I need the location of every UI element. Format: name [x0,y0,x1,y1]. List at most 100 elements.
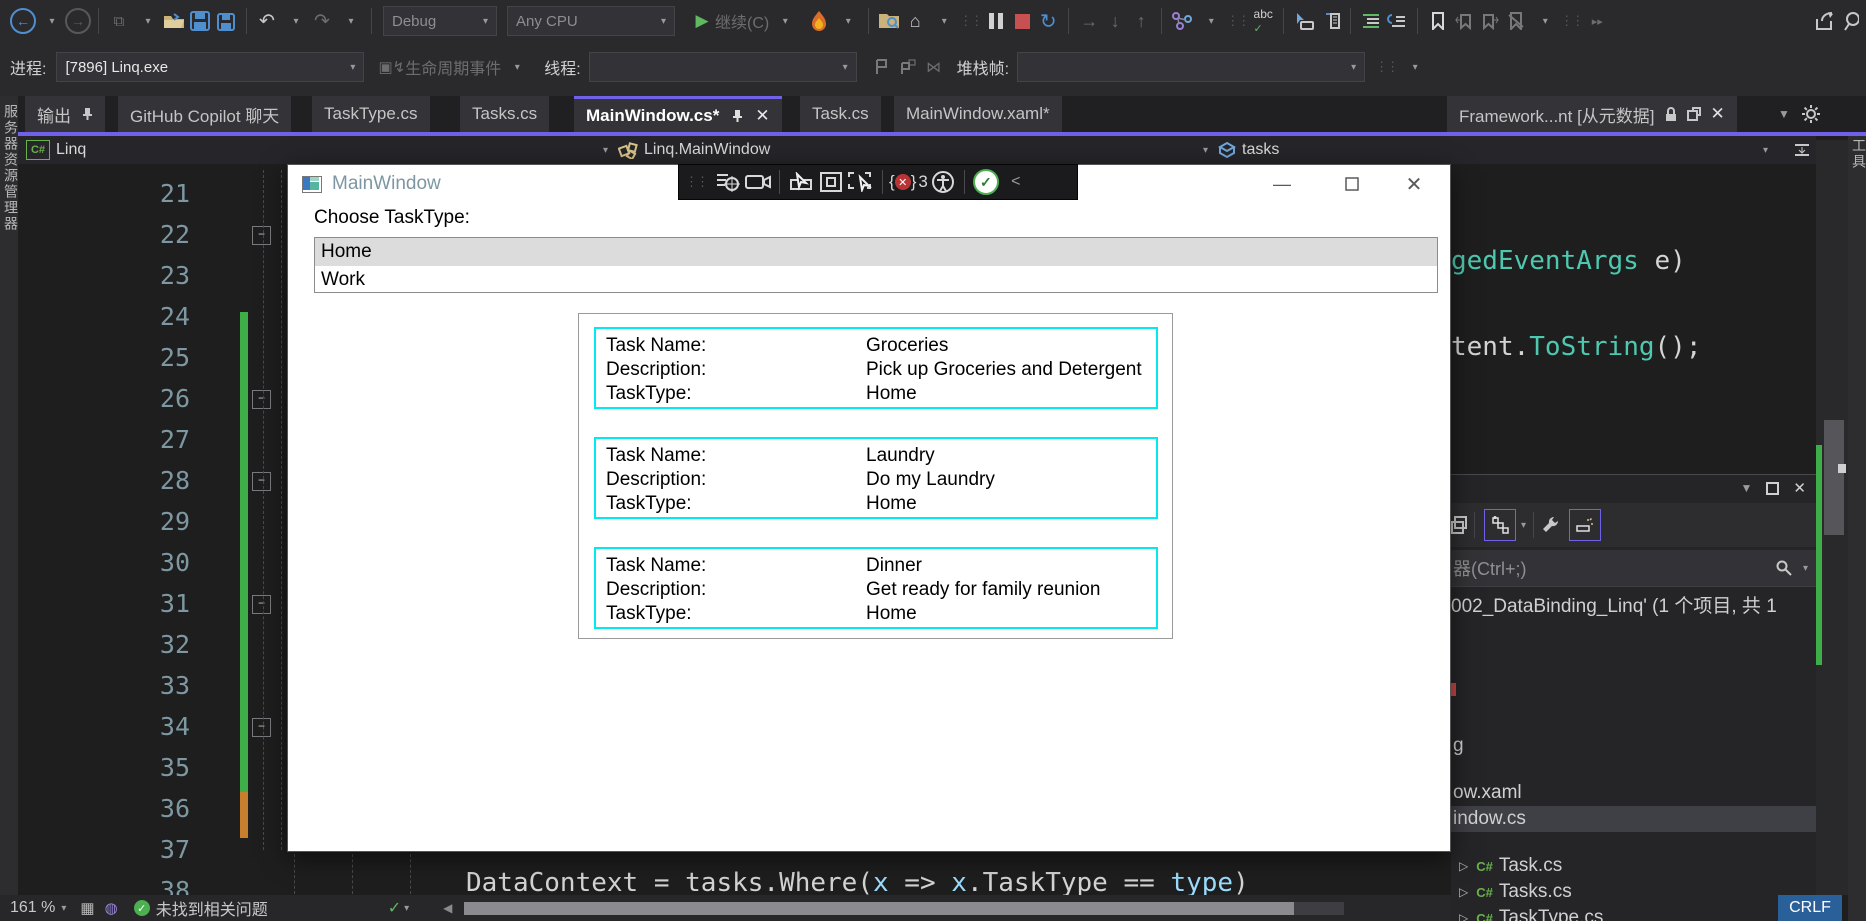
tree-item-tasktype-cs[interactable]: ▷ C# TaskType.cs [1451,905,1816,921]
zoom-dropdown[interactable]: ▾ [61,903,66,914]
expander-icon[interactable]: ▷ [1459,911,1468,921]
solution-search-box[interactable]: 器(Ctrl+;) ▾ [1451,550,1816,587]
tab-framework-metadata[interactable]: Framework...nt [从元数据] ✕ [1447,96,1737,132]
open-folder-icon[interactable] [161,6,187,36]
code-map-dropdown[interactable]: ▾ [1198,6,1224,36]
toolbar-grip[interactable]: ⋮⋮ [957,6,983,36]
expander-icon[interactable]: ▷ [1459,885,1468,899]
navigate-forward-button[interactable]: → [65,6,91,36]
pause-icon[interactable] [983,6,1009,36]
pin-icon[interactable] [81,107,93,121]
navigate-back-button[interactable]: ← [10,6,36,36]
bookmarks-dropdown[interactable]: ▾ [1532,6,1558,36]
overlay-grip[interactable]: ⋮⋮ [685,174,709,190]
app-window-dropdown[interactable]: ▾ [931,6,957,36]
close-icon[interactable]: ✕ [755,106,769,126]
app-window-home-icon[interactable]: ⌂ [902,6,928,36]
select-element-icon[interactable] [786,167,816,197]
step-out-icon[interactable]: ↑ [1128,6,1154,36]
listbox-item-work[interactable]: Work [315,266,1437,294]
tab-task-cs[interactable]: Task.cs [800,96,881,132]
stop-debug-icon[interactable] [1009,6,1035,36]
toolbar-grip[interactable]: ⋮⋮ [1373,52,1399,82]
close-icon[interactable]: ✕ [1711,104,1725,124]
copilot-status-icon[interactable]: ▦ [80,899,94,917]
toolbar-grip[interactable]: ⋮⋮ [1224,6,1250,36]
tree-item-fragment[interactable]: g [1451,733,1816,759]
collapse-overlay-chevron[interactable]: < [1001,167,1031,197]
tree-item-mainwindow-xaml[interactable]: ow.xaml [1451,780,1816,806]
tab-mainwindow-xaml[interactable]: MainWindow.xaml* [894,96,1062,132]
thread-combo[interactable]: ▾ [588,52,857,82]
tab-tasks-cs[interactable]: Tasks.cs [460,96,550,132]
select-element-tool-icon[interactable] [1291,6,1317,36]
sync-with-active-document-icon[interactable] [1484,509,1516,541]
previous-bookmark-icon[interactable] [1451,6,1477,36]
collapse-region-toggle[interactable]: − [252,472,271,491]
split-window-icon[interactable] [1794,136,1810,164]
pin-icon[interactable] [731,109,743,123]
browse-elements-icon[interactable] [876,6,902,36]
accessibility-checker-icon[interactable] [928,167,958,197]
spell-check-icon[interactable]: abc ✓ [1250,6,1276,36]
lifecycle-events-icon[interactable]: ▣↯ [378,52,405,82]
code-health-check-icon[interactable]: ✓ [388,898,401,918]
next-bookmark-icon[interactable] [1477,6,1503,36]
save-icon[interactable] [187,6,213,36]
display-layout-adorners-icon[interactable] [816,167,846,197]
undo-icon[interactable]: ↶ [254,6,280,36]
toggle-bookmark-icon[interactable] [1425,6,1451,36]
continue-debug-label[interactable]: 继续(C) [715,6,769,36]
toolbar-grip[interactable]: ⋮⋮ [1558,6,1584,36]
continue-dropdown[interactable]: ▾ [772,6,798,36]
gear-icon[interactable] [1796,96,1826,132]
step-over-icon[interactable]: → [1076,6,1102,36]
hot-reload-icon[interactable] [806,6,832,36]
unindent-lines-icon[interactable] [1384,6,1410,36]
feedback-icon[interactable] [1838,6,1864,36]
step-into-icon[interactable]: ↓ [1102,6,1128,36]
maximize-panel-icon[interactable] [1766,481,1780,495]
format-document-icon[interactable] [1317,6,1343,36]
project-dropdown[interactable]: C# Linq ▾ [18,136,608,164]
process-combo[interactable]: [7896] Linq.exe ▾ [56,52,365,82]
restart-icon[interactable]: ↻ [1035,6,1061,36]
toolbar-overflow-chevrons[interactable]: ▸▸ [1584,6,1610,36]
indent-lines-icon[interactable] [1358,6,1384,36]
member-dropdown[interactable]: tasks ▾ [1208,136,1768,164]
lifecycle-events-dropdown[interactable]: ▾ [504,52,530,82]
tab-mainwindow-cs[interactable]: MainWindow.cs* ✕ [574,96,782,132]
flag-just-my-code-icon[interactable] [895,52,921,82]
zoom-level[interactable]: 161 % [10,899,55,917]
redo-dropdown[interactable]: ▾ [338,6,364,36]
toolbar-options-dropdown[interactable]: ▾ [1402,52,1428,82]
continue-debug-icon[interactable]: ▶ [689,6,715,36]
tab-github-copilot-chat[interactable]: GitHub Copilot 聊天 [118,96,292,132]
horizontal-scrollbar-thumb[interactable] [464,901,1295,915]
code-health-dropdown[interactable]: ▾ [404,903,409,914]
collapse-region-toggle[interactable]: − [252,390,271,409]
sync-dropdown[interactable]: ▾ [1521,520,1526,531]
search-options-dropdown[interactable]: ▾ [1803,563,1808,574]
screenshot-camera-icon[interactable] [743,167,773,197]
solution-configuration-combo[interactable]: Debug ▾ [383,6,497,36]
preview-selected-items-icon[interactable] [1569,509,1602,541]
enable-inapp-toolbar-check-icon[interactable]: ✓ [971,167,1001,197]
stack-frame-combo[interactable]: ▾ [1017,52,1366,82]
new-project-dropdown[interactable]: ▾ [135,6,161,36]
share-icon[interactable] [1812,6,1838,36]
type-dropdown[interactable]: Linq.MainWindow ▾ [608,136,1208,164]
scroll-left-arrow[interactable]: ◀ [443,901,452,915]
expander-icon[interactable]: ▷ [1459,859,1468,873]
live-share-icon[interactable]: ◍ [105,899,118,917]
track-focused-element-icon[interactable] [846,167,876,197]
search-icon[interactable] [1776,560,1792,576]
line-ending-indicator[interactable]: CRLF [1778,895,1842,921]
collapse-region-toggle[interactable]: − [252,595,271,614]
undo-dropdown[interactable]: ▾ [283,6,309,36]
solution-node[interactable]: 002_DataBinding_Linq' (1 个项目, 共 1 [1451,591,1816,617]
tab-tasktype-cs[interactable]: TaskType.cs [312,96,430,132]
tasktype-listbox[interactable]: Home Work [314,237,1438,293]
switch-views-icon[interactable] [1451,516,1467,534]
new-project-icon[interactable]: ⧉ [106,6,132,36]
